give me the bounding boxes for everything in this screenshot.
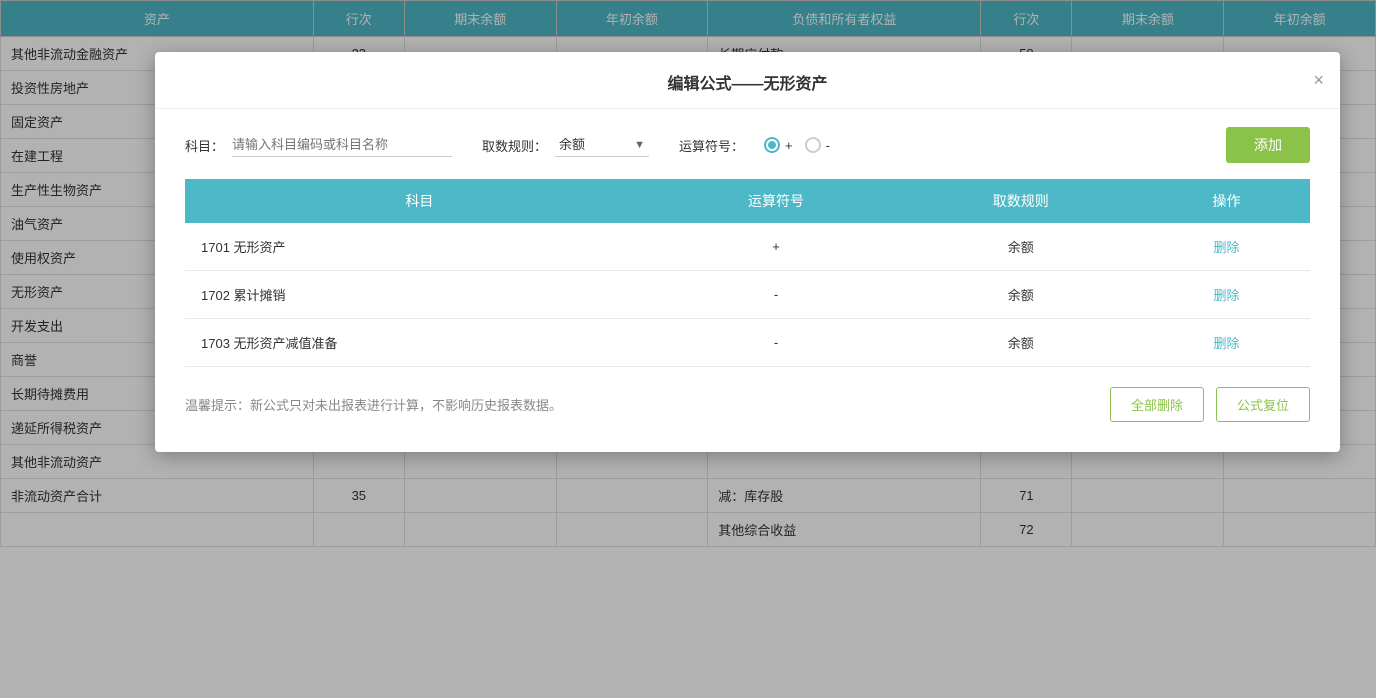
add-button[interactable]: 添加 [1226, 127, 1310, 163]
col-header-subject: 科目 [185, 179, 654, 223]
rule-section: 取数规则： 余额 借方 贷方 借方发生额 贷方发生额 ▼ [482, 133, 649, 157]
modal-close-button[interactable]: × [1313, 71, 1324, 89]
formula-row: 1703 无形资产减值准备 - 余额 删除 [185, 319, 1310, 367]
footer-buttons: 全部删除 公式复位 [1110, 387, 1310, 422]
row2-operator: - [654, 271, 899, 319]
col-header-operator: 运算符号 [654, 179, 899, 223]
rule-select-wrap: 余额 借方 贷方 借方发生额 贷方发生额 ▼ [555, 133, 649, 157]
modal-footer: 温馨提示：新公式只对未出报表进行计算，不影响历史报表数据。 全部删除 公式复位 [155, 367, 1340, 422]
rule-select[interactable]: 余额 借方 贷方 借方发生额 贷方发生额 [555, 133, 649, 157]
formula-row: 1702 累计摊销 - 余额 删除 [185, 271, 1310, 319]
delete-all-button[interactable]: 全部删除 [1110, 387, 1204, 422]
formula-form: 科目： 取数规则： 余额 借方 贷方 借方发生额 贷方发生额 ▼ 运算符号： + [155, 109, 1340, 179]
edit-formula-modal: 编辑公式——无形资产 × 科目： 取数规则： 余额 借方 贷方 借方发生额 贷方… [155, 52, 1340, 452]
row3-rule: 余额 [898, 319, 1143, 367]
row1-operator: + [654, 223, 899, 271]
col-header-rule: 取数规则 [898, 179, 1143, 223]
row2-subject: 1702 累计摊销 [185, 271, 654, 319]
row2-action: 删除 [1143, 271, 1310, 319]
operator-label: 运算符号： [679, 136, 744, 155]
rule-label: 取数规则： [482, 136, 547, 155]
operator-minus-label: - [826, 138, 830, 153]
row1-rule: 余额 [898, 223, 1143, 271]
operator-minus-radio[interactable]: - [805, 137, 830, 153]
formula-row: 1701 无形资产 + 余额 删除 [185, 223, 1310, 271]
subject-label: 科目： [185, 136, 224, 155]
delete-row1-button[interactable]: 删除 [1214, 237, 1240, 256]
row1-subject: 1701 无形资产 [185, 223, 654, 271]
row3-subject: 1703 无形资产减值准备 [185, 319, 654, 367]
footer-tip-text: 温馨提示：新公式只对未出报表进行计算，不影响历史报表数据。 [185, 395, 562, 414]
reset-formula-button[interactable]: 公式复位 [1216, 387, 1310, 422]
operator-plus-label: + [785, 138, 793, 153]
operator-plus-radio[interactable]: + [764, 137, 793, 153]
radio-minus-icon [805, 137, 821, 153]
row3-action: 删除 [1143, 319, 1310, 367]
modal-header: 编辑公式——无形资产 × [155, 52, 1340, 109]
delete-row2-button[interactable]: 删除 [1214, 285, 1240, 304]
formula-table: 科目 运算符号 取数规则 操作 1701 无形资产 + 余额 删除 1702 累… [185, 179, 1310, 367]
operator-section: 运算符号： + - [679, 136, 830, 155]
col-header-action: 操作 [1143, 179, 1310, 223]
row3-operator: - [654, 319, 899, 367]
formula-table-wrap: 科目 运算符号 取数规则 操作 1701 无形资产 + 余额 删除 1702 累… [155, 179, 1340, 367]
row1-action: 删除 [1143, 223, 1310, 271]
row2-rule: 余额 [898, 271, 1143, 319]
subject-input[interactable] [232, 133, 452, 157]
modal-title: 编辑公式——无形资产 [667, 70, 827, 94]
delete-row3-button[interactable]: 删除 [1214, 333, 1240, 352]
radio-plus-icon [764, 137, 780, 153]
